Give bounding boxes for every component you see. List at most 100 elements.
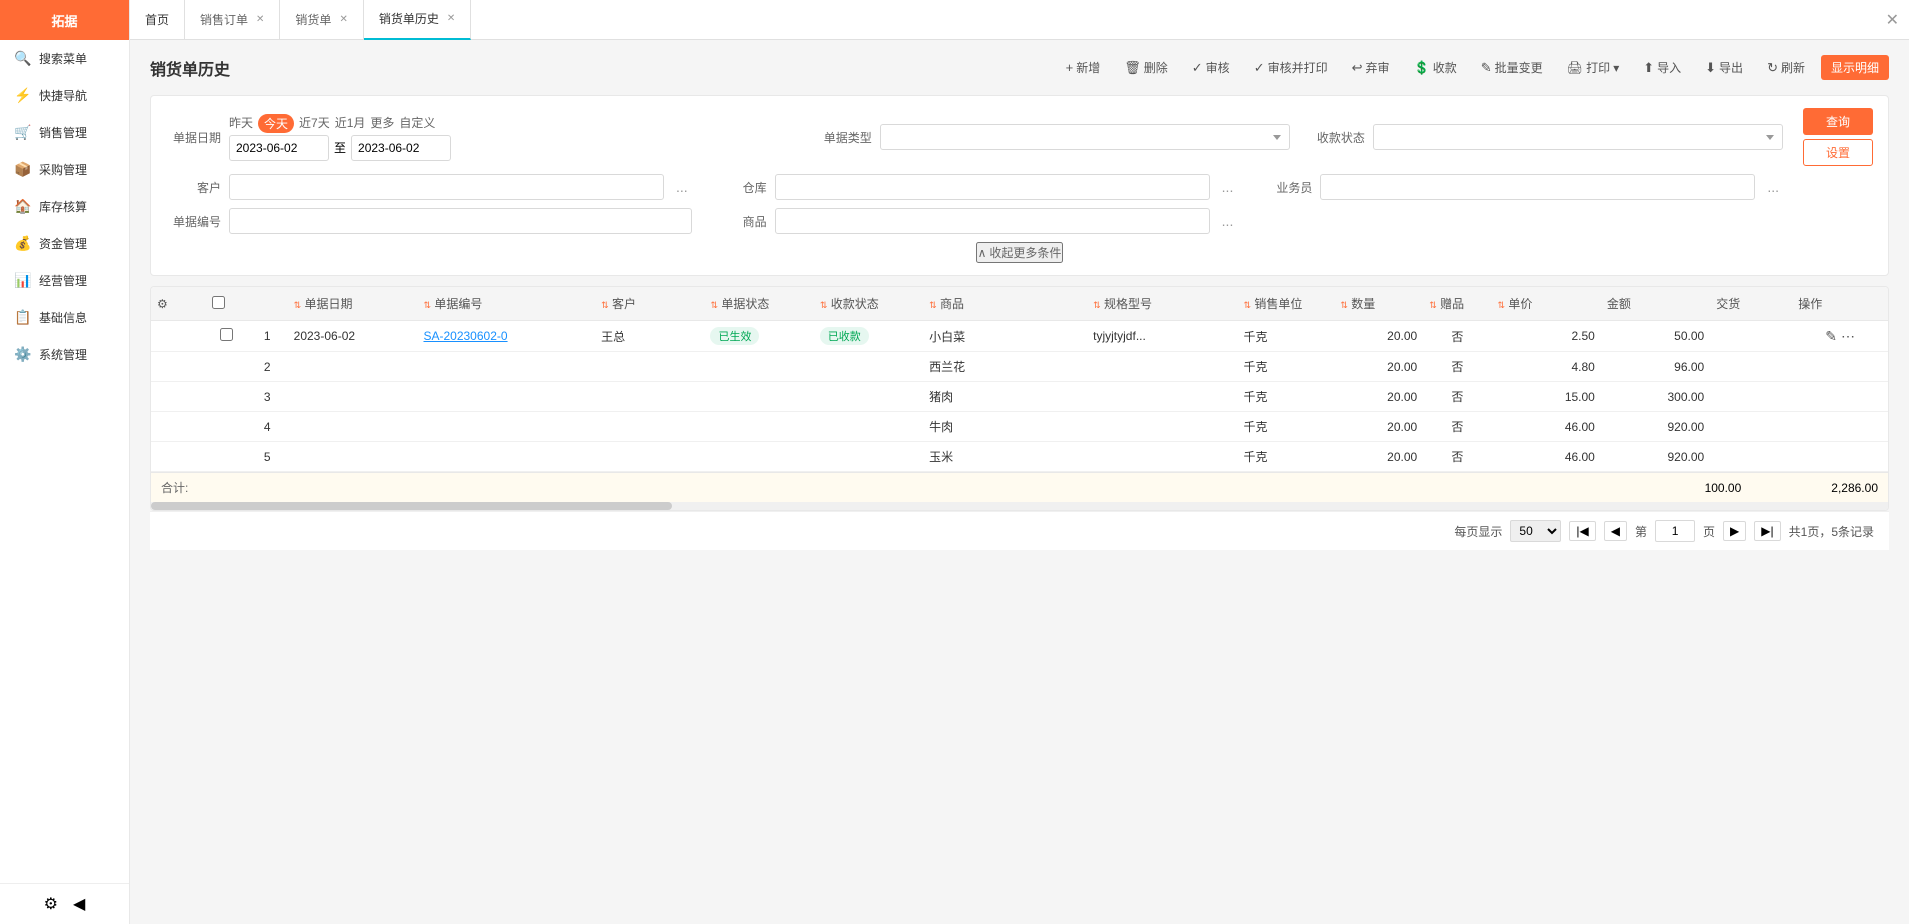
new-button[interactable]: + 新增 (1058, 55, 1109, 80)
tab-sales-history[interactable]: 销货单历史 ✕ (364, 0, 471, 40)
tab-sales-goods[interactable]: 销货单 ✕ (280, 0, 363, 40)
import-button[interactable]: ⬆ 导入 (1635, 55, 1689, 80)
export-button[interactable]: ⬇ 导出 (1697, 55, 1751, 80)
col-price-header[interactable]: ⇅ 单价 (1492, 287, 1601, 321)
batch-change-button[interactable]: ✎ 批量变更 (1473, 55, 1551, 80)
last-page-button[interactable]: ▶| (1754, 521, 1780, 541)
next-page-button[interactable]: ▶ (1723, 521, 1746, 541)
col-spec-header[interactable]: ⇅ 规格型号 (1087, 287, 1237, 321)
page-input[interactable] (1655, 520, 1695, 542)
goods-input[interactable] (775, 208, 1210, 234)
sidebar-item-quick-nav[interactable]: ⚡ 快捷导航 (0, 77, 129, 114)
shortcut-custom[interactable]: 自定义 (399, 114, 435, 133)
salesperson-picker-button[interactable]: ... (1763, 179, 1783, 195)
cell-checkbox[interactable] (206, 442, 247, 472)
bill-no-input[interactable] (229, 208, 692, 234)
sidebar-item-search-menu[interactable]: 🔍 搜索菜单 (0, 40, 129, 77)
salesperson-input[interactable] (1320, 174, 1755, 200)
tab-close-sales-goods[interactable]: ✕ (339, 14, 347, 25)
bill-no-link[interactable]: SA-20230602-0 (423, 329, 507, 343)
sort-date-icon[interactable]: ⇅ (294, 300, 302, 310)
col-gift-header[interactable]: ⇅ 赠品 (1423, 287, 1491, 321)
delete-button[interactable]: 🗑 删除 (1116, 55, 1176, 80)
sidebar-item-base-info[interactable]: 📋 基础信息 (0, 299, 129, 336)
sidebar-settings-icon[interactable]: ⚙ (44, 894, 58, 914)
refresh-button[interactable]: ↻ 刷新 (1759, 55, 1813, 80)
cell-billno[interactable] (417, 382, 595, 412)
col-unit-header[interactable]: ⇅ 销售单位 (1237, 287, 1334, 321)
pay-status-select[interactable] (1373, 124, 1783, 150)
sort-qty-icon[interactable]: ⇅ (1340, 300, 1348, 310)
per-page-select[interactable]: 50 100 200 (1510, 520, 1561, 542)
warehouse-picker-button[interactable]: ... (1218, 179, 1238, 195)
customer-picker-button[interactable]: ... (672, 179, 692, 195)
audit-button[interactable]: ✓ 审核 (1184, 55, 1238, 80)
col-billstatus-header[interactable]: ⇅ 单据状态 (704, 287, 813, 321)
col-settings-header[interactable]: ⚙ (151, 287, 206, 321)
shortcut-1month[interactable]: 近1月 (335, 114, 366, 133)
sidebar-item-system[interactable]: ⚙️ 系统管理 (0, 336, 129, 373)
customer-input[interactable] (229, 174, 664, 200)
cell-billno[interactable] (417, 412, 595, 442)
cell-checkbox[interactable] (206, 412, 247, 442)
query-button[interactable]: 查询 (1803, 108, 1873, 135)
tab-bar-close-all[interactable]: ✕ (1886, 10, 1909, 30)
sidebar-item-inventory[interactable]: 🏠 库存核算 (0, 188, 129, 225)
sidebar-item-purchase[interactable]: 📦 采购管理 (0, 151, 129, 188)
more-action-icon[interactable]: ⋯ (1841, 328, 1855, 345)
show-detail-button[interactable]: 显示明细 (1821, 55, 1889, 80)
filter-more-button[interactable]: ∧ 收起更多条件 (976, 242, 1064, 263)
bill-type-select[interactable] (880, 124, 1290, 150)
select-all-checkbox[interactable] (212, 296, 225, 309)
col-paystatus-header[interactable]: ⇅ 收款状态 (814, 287, 923, 321)
shortcut-today[interactable]: 今天 (258, 114, 294, 133)
shortcut-yesterday[interactable]: 昨天 (229, 114, 253, 133)
tab-close-sales-order[interactable]: ✕ (256, 14, 264, 25)
sort-paystatus-icon[interactable]: ⇅ (820, 300, 828, 310)
sort-spec-icon[interactable]: ⇅ (1093, 300, 1101, 310)
tab-close-sales-history[interactable]: ✕ (447, 13, 455, 24)
col-goods-header[interactable]: ⇅ 商品 (923, 287, 1087, 321)
cell-billno[interactable] (417, 352, 595, 382)
cell-checkbox[interactable] (206, 352, 247, 382)
col-date-header[interactable]: ⇅ 单据日期 (288, 287, 418, 321)
tab-sales-order[interactable]: 销售订单 ✕ (185, 0, 280, 40)
audit-print-button[interactable]: ✓ 审核并打印 (1246, 55, 1336, 80)
sidebar-item-sales[interactable]: 🛒 销售管理 (0, 114, 129, 151)
date-to-input[interactable] (351, 135, 451, 161)
sidebar-item-finance[interactable]: 💰 资金管理 (0, 225, 129, 262)
sort-billno-icon[interactable]: ⇅ (423, 300, 431, 310)
edit-action-icon[interactable]: ✎ (1825, 328, 1837, 345)
goods-picker-button[interactable]: ... (1218, 213, 1238, 229)
shortcut-7days[interactable]: 近7天 (299, 114, 330, 133)
sort-goods-icon[interactable]: ⇅ (929, 300, 937, 310)
abandon-button[interactable]: ↩ 弃审 (1344, 55, 1398, 80)
sort-billstatus-icon[interactable]: ⇅ (710, 300, 718, 310)
col-checkbox-header[interactable] (206, 287, 247, 321)
horizontal-scrollbar[interactable] (151, 502, 1888, 510)
cell-checkbox[interactable] (206, 321, 247, 352)
sort-gift-icon[interactable]: ⇅ (1429, 300, 1437, 310)
collect-button[interactable]: 💲 收款 (1406, 55, 1465, 80)
col-customer-header[interactable]: ⇅ 客户 (595, 287, 704, 321)
cell-checkbox[interactable] (206, 382, 247, 412)
col-billno-header[interactable]: ⇅ 单据编号 (417, 287, 595, 321)
cell-billno[interactable]: SA-20230602-0 (417, 321, 595, 352)
tab-home[interactable]: 首页 (130, 0, 185, 40)
print-button[interactable]: 🖨 打印 ▾ (1559, 55, 1628, 80)
date-from-input[interactable] (229, 135, 329, 161)
row-checkbox[interactable] (220, 328, 233, 341)
col-qty-header[interactable]: ⇅ 数量 (1334, 287, 1423, 321)
set-button[interactable]: 设置 (1803, 139, 1873, 166)
warehouse-input[interactable] (775, 174, 1210, 200)
settings-icon[interactable]: ⚙ (157, 297, 168, 311)
prev-page-button[interactable]: ◀ (1604, 521, 1627, 541)
first-page-button[interactable]: |◀ (1569, 521, 1595, 541)
sort-price-icon[interactable]: ⇅ (1498, 300, 1506, 310)
cell-billno[interactable] (417, 442, 595, 472)
sort-unit-icon[interactable]: ⇅ (1243, 300, 1251, 310)
sidebar-collapse-icon[interactable]: ◀ (73, 894, 85, 914)
sort-customer-icon[interactable]: ⇅ (601, 300, 609, 310)
scrollbar-thumb[interactable] (151, 502, 672, 510)
sidebar-item-operations[interactable]: 📊 经营管理 (0, 262, 129, 299)
